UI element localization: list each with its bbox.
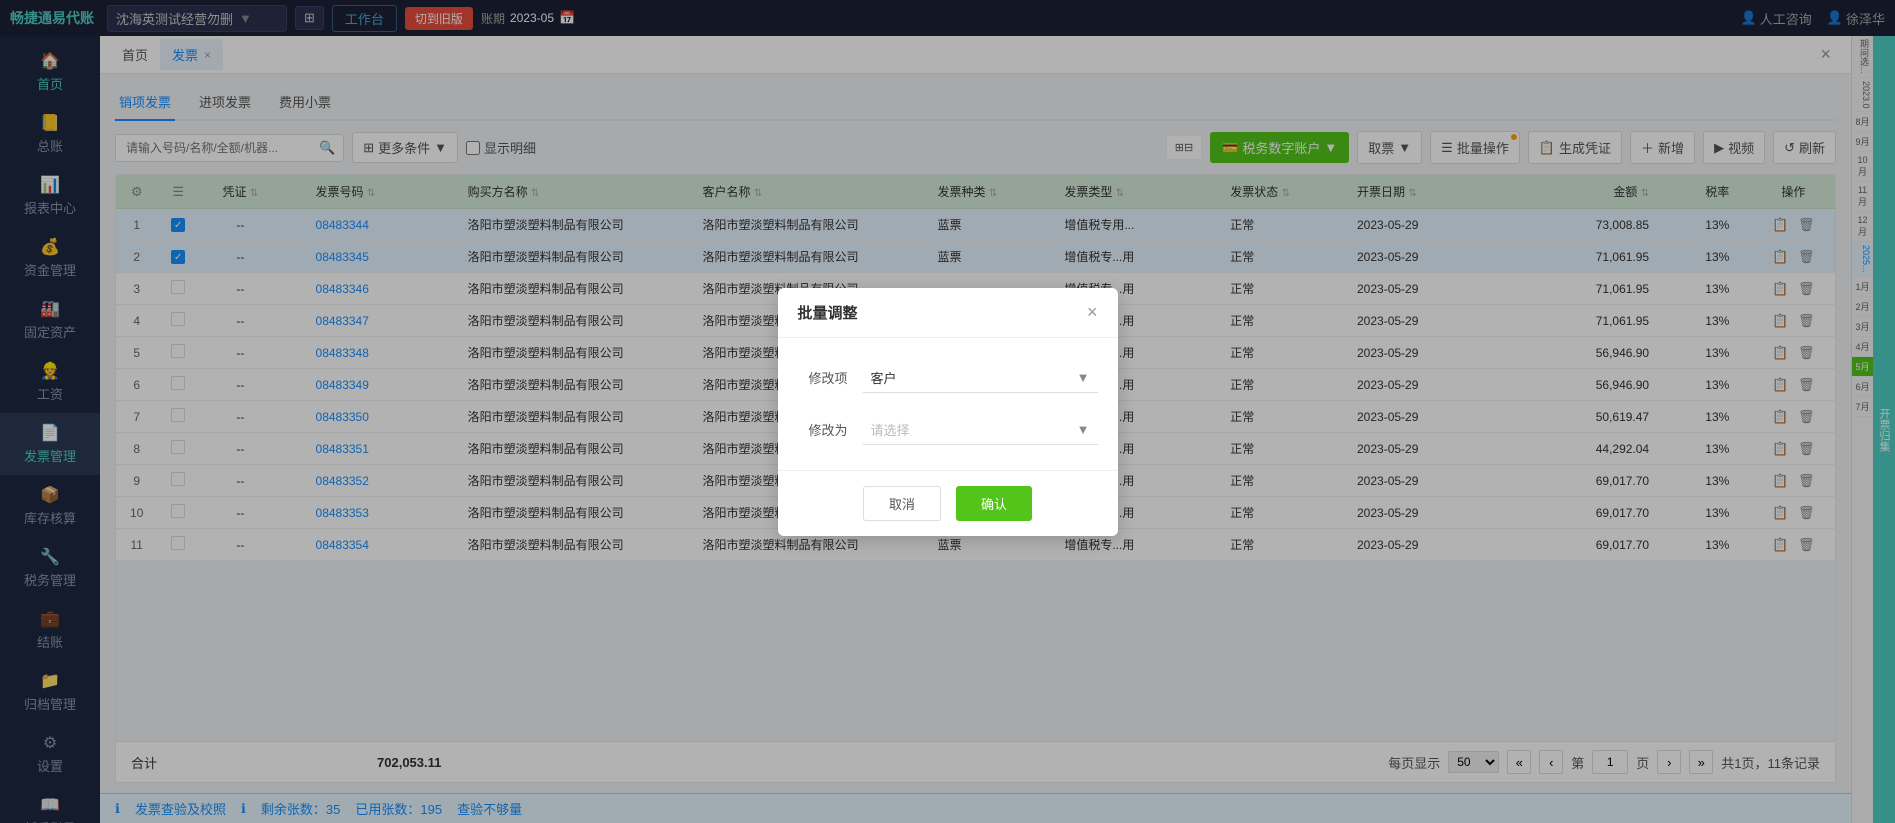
change-chevron-icon: ▼ — [1077, 422, 1090, 437]
modal-change-row: 修改为 请选择 ▼ — [798, 415, 1098, 445]
cancel-btn[interactable]: 取消 — [863, 486, 941, 521]
modal-title: 批量调整 — [798, 302, 858, 323]
modal-change-select[interactable]: 请选择 ▼ — [863, 415, 1098, 445]
modal-change-label: 修改为 — [798, 420, 848, 439]
modal-field-row: 修改项 客户 ▼ — [798, 363, 1098, 393]
modal-overlay: 批量调整 × 修改项 客户 ▼ 修改为 请选择 ▼ 取消 确认 — [0, 0, 1895, 823]
modal-body: 修改项 客户 ▼ 修改为 请选择 ▼ — [778, 338, 1118, 470]
modal-header: 批量调整 × — [778, 288, 1118, 338]
modal-field-value: 客户 — [871, 368, 897, 387]
modal-close-btn[interactable]: × — [1087, 302, 1098, 323]
modal-field-select[interactable]: 客户 ▼ — [863, 363, 1098, 393]
modal-footer: 取消 确认 — [778, 470, 1118, 536]
field-chevron-icon: ▼ — [1077, 370, 1090, 385]
modal-field-label: 修改项 — [798, 368, 848, 387]
batch-adjust-modal: 批量调整 × 修改项 客户 ▼ 修改为 请选择 ▼ 取消 确认 — [778, 288, 1118, 536]
modal-change-placeholder: 请选择 — [871, 420, 910, 439]
confirm-btn[interactable]: 确认 — [956, 486, 1032, 521]
